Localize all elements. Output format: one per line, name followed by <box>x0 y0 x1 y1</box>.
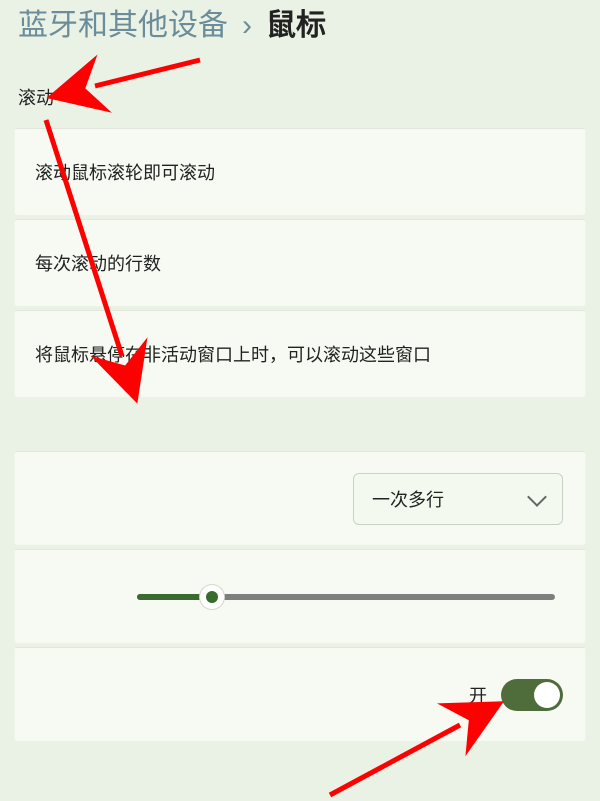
hover-scroll-toggle[interactable] <box>501 679 563 711</box>
setting-label: 将鼠标悬停在非活动窗口上时，可以滚动这些窗口 <box>15 311 585 397</box>
breadcrumb-parent[interactable]: 蓝牙和其他设备 <box>18 0 228 44</box>
setting-row-scroll-wheel[interactable]: 滚动鼠标滚轮即可滚动 <box>14 128 586 215</box>
dropdown-selected-label: 一次多行 <box>372 486 444 512</box>
control-row-slider <box>14 549 586 643</box>
toggle-knob <box>534 682 560 708</box>
hover-scroll-toggle-wrap: 开 <box>469 679 563 711</box>
slider-thumb[interactable] <box>200 585 224 609</box>
breadcrumb-separator: › <box>242 9 252 43</box>
chevron-down-icon <box>527 487 547 507</box>
panel-gap <box>0 397 600 447</box>
setting-label: 滚动鼠标滚轮即可滚动 <box>15 129 585 215</box>
setting-row-lines-per-scroll[interactable]: 每次滚动的行数 <box>14 219 586 306</box>
section-title-label: 滚动 <box>18 84 54 110</box>
section-title-scroll: 滚动 <box>0 62 600 124</box>
lines-per-scroll-slider[interactable] <box>137 579 555 615</box>
toggle-state-label: 开 <box>469 682 487 708</box>
breadcrumb-current: 鼠标 <box>266 0 326 44</box>
control-row-dropdown: 一次多行 <box>14 451 586 545</box>
control-row-toggle: 开 <box>14 647 586 741</box>
setting-row-hover-inactive[interactable]: 将鼠标悬停在非活动窗口上时，可以滚动这些窗口 <box>14 310 586 397</box>
scroll-mode-dropdown[interactable]: 一次多行 <box>353 473 563 525</box>
breadcrumb: 蓝牙和其他设备 › 鼠标 <box>0 0 600 62</box>
setting-label: 每次滚动的行数 <box>15 220 585 306</box>
